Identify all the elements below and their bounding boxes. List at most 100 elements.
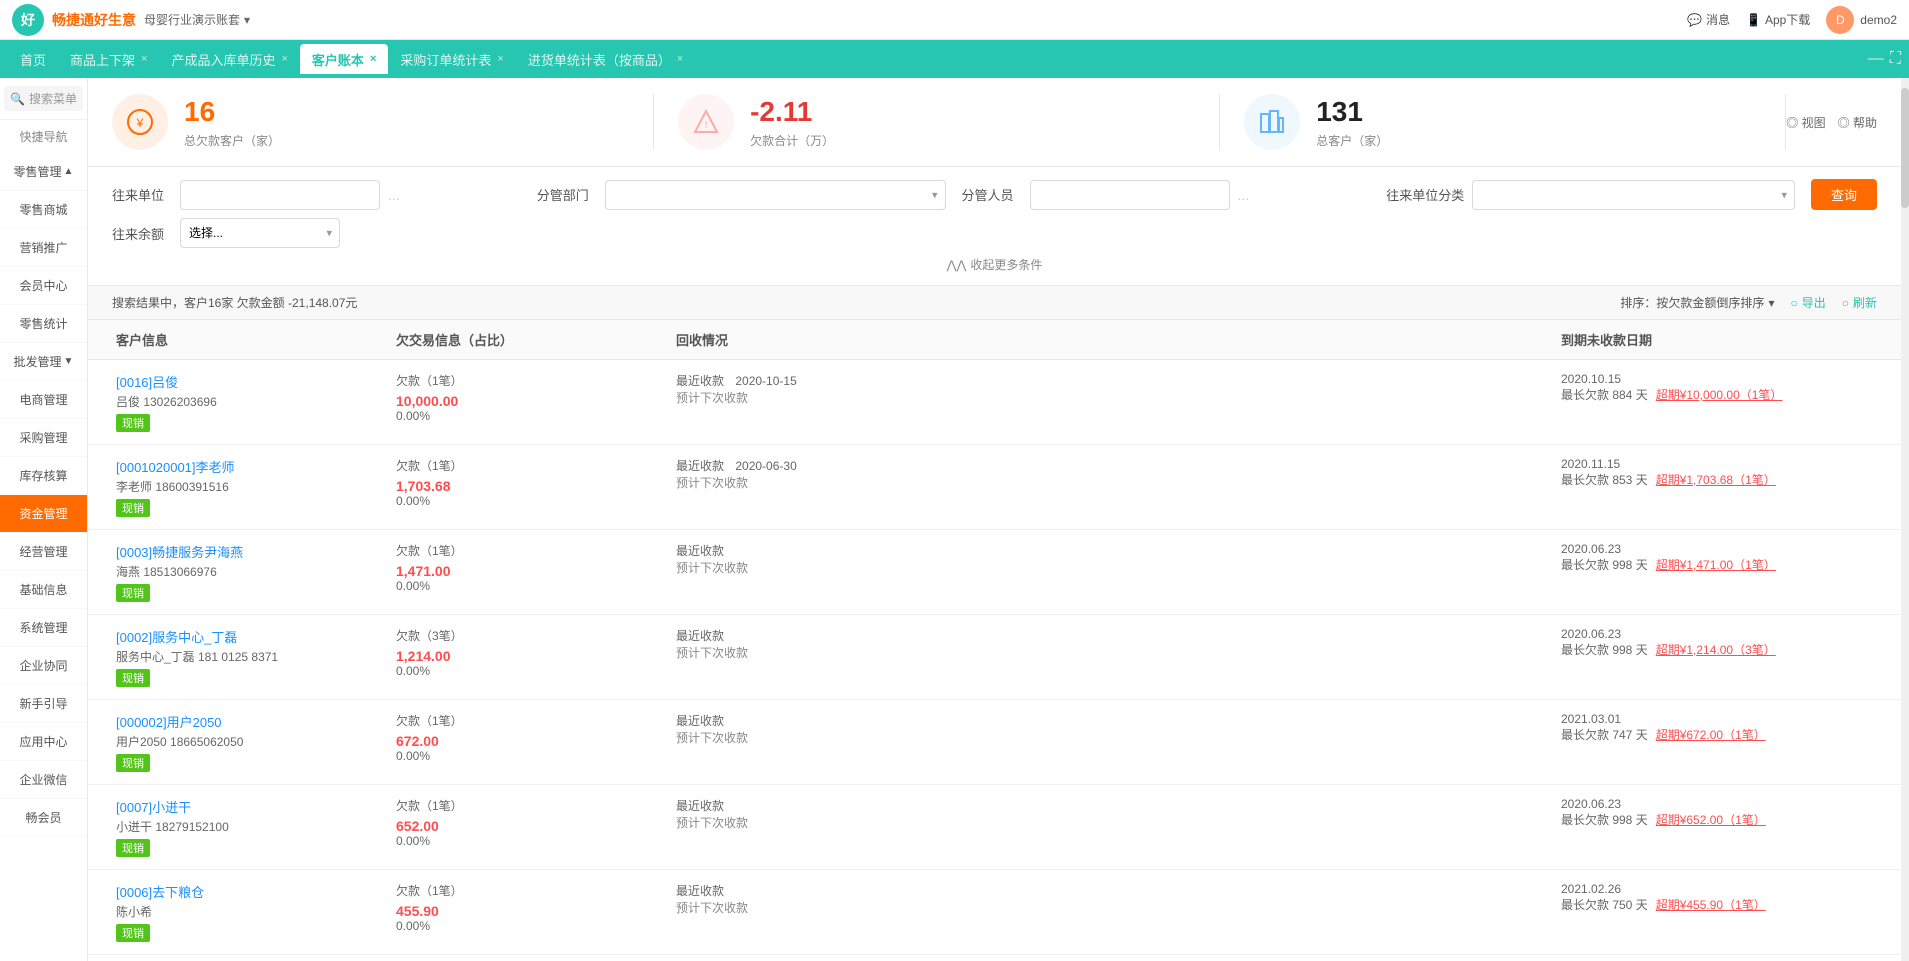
debt-amount-2[interactable]: 1,471.00 — [396, 563, 668, 579]
sidebar-item-basic-info[interactable]: 基础信息 — [0, 571, 87, 609]
tab-purchase-summary-by-product-close[interactable]: × — [677, 53, 683, 65]
sidebar-item-retail-store[interactable]: 零售商城 — [0, 191, 87, 229]
help-btn[interactable]: ◎ 帮助 — [1838, 114, 1877, 131]
tab-product-status[interactable]: 商品上下架 × — [58, 44, 159, 74]
tab-customer-account[interactable]: 客户账本 × — [300, 44, 388, 74]
content-area: ¥ 16 总欠款客户（家） ! -2.11 欠款合计（万） — [88, 78, 1901, 961]
debt-amount-6[interactable]: 455.90 — [396, 903, 668, 919]
sidebar-item-new-guide[interactable]: 新手引导 — [0, 685, 87, 723]
tab-purchase-summary-by-product[interactable]: 进货单统计表（按商品） × — [516, 44, 695, 74]
stat-total-customers-icon — [1244, 94, 1300, 150]
tab-product-status-close[interactable]: × — [141, 53, 147, 65]
sidebar-item-capital-mgmt[interactable]: 资金管理 — [0, 495, 87, 533]
overdue-days-2: 最长欠款 998 天 — [1561, 556, 1648, 573]
minimize-icon[interactable]: — — [1868, 50, 1884, 68]
tab-home[interactable]: 首页 — [8, 44, 58, 74]
user-area[interactable]: D demo2 — [1826, 6, 1897, 34]
stat-total-customers-content: 131 总客户（家） — [1316, 96, 1761, 149]
sidebar-item-vip-member[interactable]: 畅会员 — [0, 799, 87, 837]
search-button[interactable]: 查询 — [1811, 179, 1877, 210]
debt-amount-5[interactable]: 652.00 — [396, 818, 668, 834]
scrollbar-thumb[interactable] — [1901, 88, 1909, 208]
tab-purchase-order-summary[interactable]: 采购订单统计表 × — [388, 44, 515, 74]
debt-percent-4: 0.00% — [396, 749, 668, 763]
result-bar-right: 排序：按欠款金额倒序排序 ▾ ○ 导出 ○ 刷新 — [1620, 294, 1877, 311]
overdue-link-3[interactable]: 超期¥1,214.00（3笔） — [1656, 641, 1776, 658]
maximize-icon[interactable]: ⛶ — [1890, 50, 1901, 68]
customer-name-5[interactable]: [0007]小迸干 — [116, 800, 191, 815]
tab-customer-account-label: 客户账本 — [312, 50, 364, 69]
debt-amount-4[interactable]: 672.00 — [396, 733, 668, 749]
sidebar-item-retail-stats[interactable]: 零售统计 — [0, 305, 87, 343]
filter-balance-select[interactable]: 选择... — [180, 218, 340, 248]
store-name: 母婴行业演示账套 — [144, 11, 240, 28]
tab-bar-controls[interactable]: — ⛶ — [1868, 50, 1901, 68]
filter-manager-input[interactable] — [1030, 180, 1230, 210]
overdue-link-2[interactable]: 超期¥1,471.00（1笔） — [1656, 556, 1776, 573]
filter-dept-select[interactable] — [605, 180, 946, 210]
cell-debt-5: 欠款（1笔） 652.00 0.00% — [392, 797, 672, 857]
customer-name-2[interactable]: [0003]畅捷服务尹海燕 — [116, 545, 243, 560]
sidebar-item-app-center[interactable]: 应用中心 — [0, 723, 87, 761]
debt-amount-1[interactable]: 1,703.68 — [396, 478, 668, 494]
debt-percent-1: 0.00% — [396, 494, 668, 508]
overdue-link-0[interactable]: 超期¥10,000.00（1笔） — [1656, 386, 1783, 403]
tag-present-2: 现销 — [116, 584, 150, 602]
tab-home-label: 首页 — [20, 50, 46, 69]
filter-source-unit-dots[interactable]: ... — [388, 187, 400, 203]
cell-customer-3: [0002]服务中心_丁磊 服务中心_丁磊 181 0125 8371 现销 — [112, 627, 392, 687]
refresh-btn[interactable]: ○ 刷新 — [1842, 294, 1877, 311]
app-download-btn[interactable]: 📱 App下载 — [1746, 11, 1810, 28]
customer-name-4[interactable]: [000002]用户2050 — [116, 715, 222, 730]
view-btn[interactable]: ◎ 视图 — [1786, 114, 1825, 131]
debt-amount-3[interactable]: 1,214.00 — [396, 648, 668, 664]
export-btn[interactable]: ○ 导出 — [1790, 294, 1825, 311]
filter-bar: 往来单位 ... 分管部门 分管人员 ... — [88, 167, 1901, 286]
message-btn[interactable]: 💬 消息 — [1687, 11, 1730, 28]
tab-production-history[interactable]: 产成品入库单历史 × — [159, 44, 299, 74]
right-scrollbar[interactable] — [1901, 78, 1909, 961]
customer-name-6[interactable]: [0006]去下粮仓 — [116, 885, 204, 900]
sidebar-item-member-center[interactable]: 会员中心 — [0, 267, 87, 305]
customer-name-1[interactable]: [0001020001]李老师 — [116, 460, 235, 475]
customer-name-0[interactable]: [0016]吕俊 — [116, 375, 178, 390]
sidebar-search-box[interactable]: 🔍 搜索菜单 — [4, 86, 83, 111]
sidebar-item-marketing[interactable]: 营销推广 — [0, 229, 87, 267]
sidebar-item-operations-mgmt[interactable]: 经营管理 — [0, 533, 87, 571]
sidebar-item-purchase-mgmt[interactable]: 采购管理 — [0, 419, 87, 457]
overdue-link-5[interactable]: 超期¥652.00（1笔） — [1656, 811, 1766, 828]
table-header: 客户信息 欠交易信息（占比） 回收情况 到期未收款日期 — [88, 320, 1901, 360]
customer-phone-2: 海燕 18513066976 — [116, 563, 388, 580]
filter-unit-category-select[interactable] — [1472, 180, 1795, 210]
sidebar-quick-nav: 快捷导航 — [0, 120, 87, 153]
due-date-0: 2020.10.15 — [1561, 372, 1873, 386]
sidebar-item-retail-mgmt[interactable]: 零售管理 ▲ — [0, 153, 87, 191]
filter-manager: 分管人员 ... — [962, 180, 1371, 210]
sidebar-item-inventory-check[interactable]: 库存核算 — [0, 457, 87, 495]
cell-due-2: 2020.06.23 最长欠款 998 天 超期¥1,471.00（1笔） — [1557, 542, 1877, 602]
sidebar-item-ecommerce-mgmt[interactable]: 电商管理 — [0, 381, 87, 419]
tab-purchase-order-summary-close[interactable]: × — [497, 53, 503, 65]
stat-debt-customers-content: 16 总欠款客户（家） — [184, 96, 629, 149]
collapse-filter-btn[interactable]: ⋀⋀ 收起更多条件 — [112, 256, 1877, 273]
sidebar-item-batch-mgmt[interactable]: 批发管理 ▼ — [0, 343, 87, 381]
sidebar-item-enterprise-collab[interactable]: 企业协同 — [0, 647, 87, 685]
overdue-link-6[interactable]: 超期¥455.90（1笔） — [1656, 896, 1766, 913]
tab-production-history-close[interactable]: × — [281, 53, 287, 65]
customer-name-3[interactable]: [0002]服务中心_丁磊 — [116, 630, 237, 645]
filter-row-2: 往来余额 选择... — [112, 218, 1877, 248]
debt-amount-0[interactable]: 10,000.00 — [396, 393, 668, 409]
overdue-link-1[interactable]: 超期¥1,703.68（1笔） — [1656, 471, 1776, 488]
cell-customer-2: [0003]畅捷服务尹海燕 海燕 18513066976 现销 — [112, 542, 392, 602]
filter-manager-dots[interactable]: ... — [1238, 187, 1250, 203]
overdue-link-4[interactable]: 超期¥672.00（1笔） — [1656, 726, 1766, 743]
store-selector[interactable]: 母婴行业演示账套 ▾ — [144, 11, 250, 28]
due-date-1: 2020.11.15 — [1561, 457, 1873, 471]
sidebar-item-enterprise-wechat[interactable]: 企业微信 — [0, 761, 87, 799]
tab-customer-account-close[interactable]: × — [370, 53, 376, 65]
debt-count-0: 欠款（1笔） — [396, 372, 668, 389]
sidebar-item-system-mgmt[interactable]: 系统管理 — [0, 609, 87, 647]
debt-count-2: 欠款（1笔） — [396, 542, 668, 559]
sort-select[interactable]: 排序：按欠款金额倒序排序 ▾ — [1620, 294, 1774, 311]
filter-source-unit-input[interactable] — [180, 180, 380, 210]
